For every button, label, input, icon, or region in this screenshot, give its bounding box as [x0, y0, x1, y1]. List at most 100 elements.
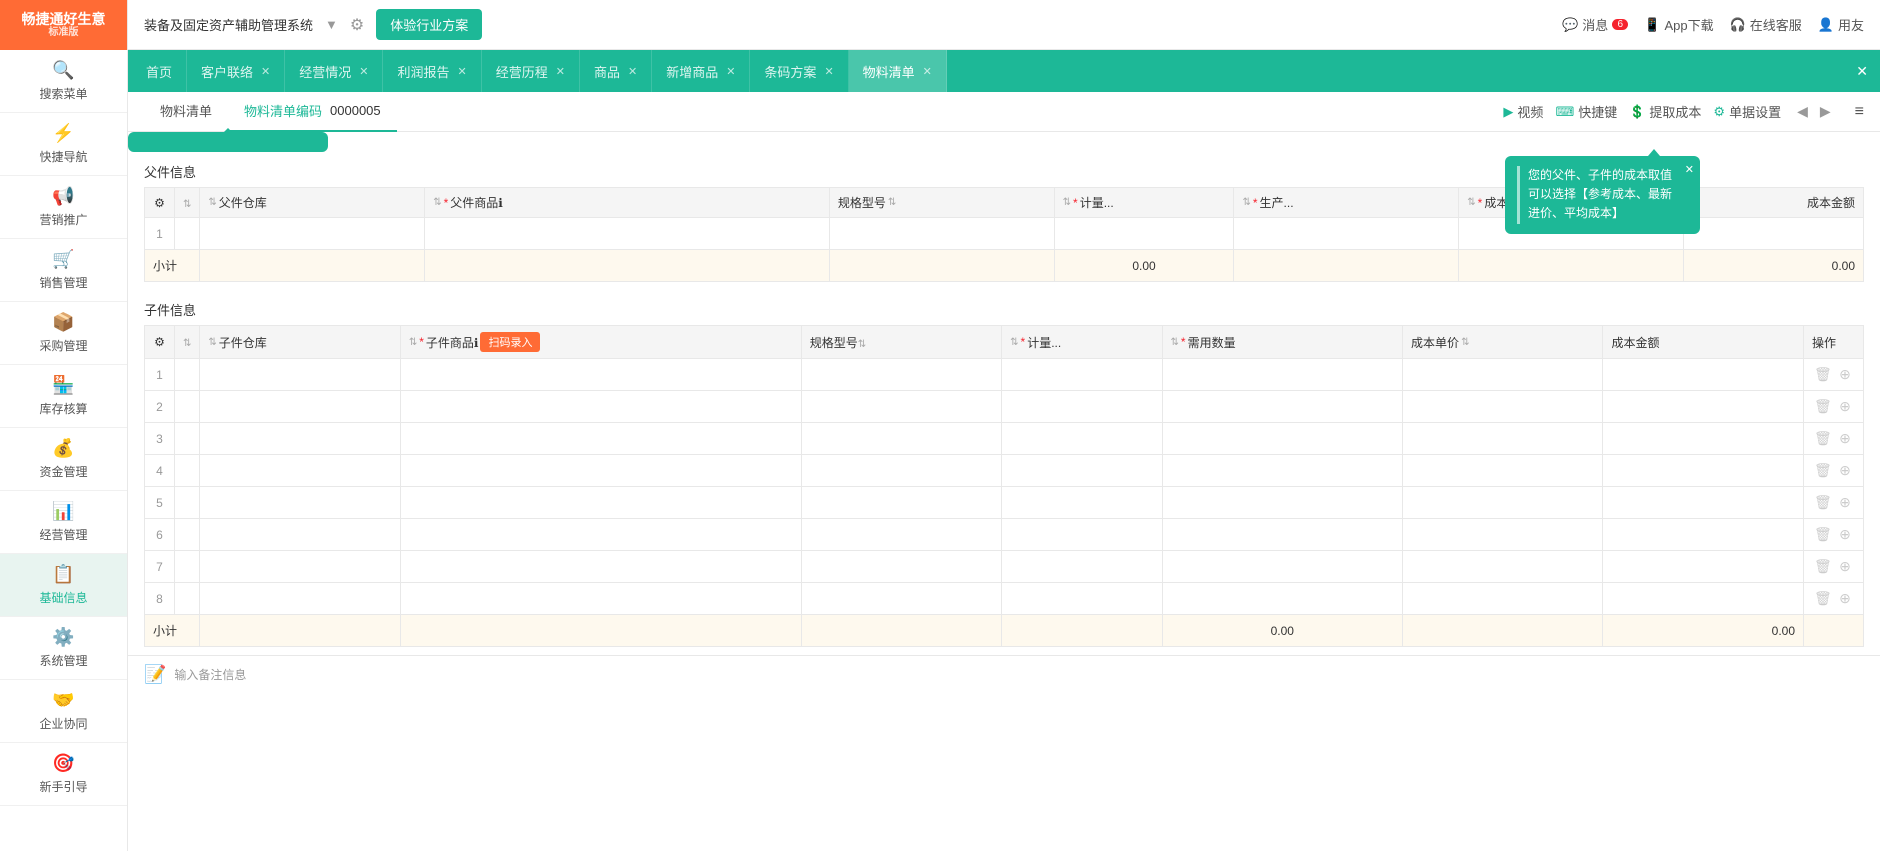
delete-icon-4[interactable]: 🗑	[1812, 462, 1834, 478]
child-row-3-unit-cost[interactable]	[1403, 423, 1603, 455]
child-row-6-warehouse[interactable]	[200, 519, 400, 551]
child-row-7-warehouse[interactable]	[200, 551, 400, 583]
delete-icon-3[interactable]: 🗑	[1812, 430, 1834, 446]
sidebar-item-guide[interactable]: 🎯 新手引导	[0, 743, 127, 806]
child-row-6-product[interactable]	[400, 519, 801, 551]
child-row-2-unit-cost[interactable]	[1403, 391, 1603, 423]
copy-icon-4[interactable]: ⊕	[1837, 462, 1853, 478]
scan-input-button[interactable]: 扫码录入	[480, 332, 540, 352]
nav-tab-close-5[interactable]: ✕	[628, 65, 637, 78]
nav-tab-1[interactable]: 客户联络✕	[187, 50, 285, 92]
sidebar-item-finance[interactable]: 💰 资金管理	[0, 428, 127, 491]
trial-button[interactable]: 体验行业方案	[376, 9, 482, 40]
message-item[interactable]: 💬 消息 6	[1562, 15, 1628, 34]
nav-tab-6[interactable]: 新增商品✕	[652, 50, 750, 92]
nav-tab-0[interactable]: 首页	[132, 50, 187, 92]
child-row-1-unit-cost[interactable]	[1403, 359, 1603, 391]
user-item[interactable]: 👤 用友	[1818, 15, 1864, 34]
nav-tab-close-4[interactable]: ✕	[556, 65, 565, 78]
child-row-5-unit-cost[interactable]	[1403, 487, 1603, 519]
nav-tab-7[interactable]: 条码方案✕	[750, 50, 848, 92]
child-row-1-unit[interactable]	[1002, 359, 1162, 391]
copy-icon-2[interactable]: ⊕	[1837, 398, 1853, 414]
child-row-1-product[interactable]	[400, 359, 801, 391]
child-row-3-spec[interactable]	[801, 423, 1001, 455]
child-row-7-qty[interactable]	[1162, 551, 1403, 583]
parent-row-1-spec[interactable]	[829, 218, 1054, 250]
nav-tab-close-6[interactable]: ✕	[726, 65, 735, 78]
parent-row-1-product[interactable]	[425, 218, 830, 250]
child-row-2-product[interactable]	[400, 391, 801, 423]
child-row-1-qty[interactable]	[1162, 359, 1403, 391]
sidebar-item-basic-info[interactable]: 📋 基础信息	[0, 554, 127, 617]
sidebar-item-marketing[interactable]: 📢 营销推广	[0, 176, 127, 239]
delete-icon-6[interactable]: 🗑	[1812, 526, 1834, 542]
child-row-5-product[interactable]	[400, 487, 801, 519]
child-row-5-warehouse[interactable]	[200, 487, 400, 519]
child-row-6-spec[interactable]	[801, 519, 1001, 551]
nav-prev-button[interactable]: ◀	[1793, 101, 1812, 122]
copy-icon-5[interactable]: ⊕	[1837, 494, 1853, 510]
nav-next-button[interactable]: ▶	[1816, 101, 1835, 122]
child-row-8-product[interactable]	[400, 583, 801, 615]
shortcut-button[interactable]: ⌨ 快捷键	[1555, 102, 1617, 121]
child-row-4-product[interactable]	[400, 455, 801, 487]
child-row-5-qty[interactable]	[1162, 487, 1403, 519]
child-row-2-unit[interactable]	[1002, 391, 1162, 423]
child-row-4-unit[interactable]	[1002, 455, 1162, 487]
system-dropdown-icon[interactable]: ▼	[325, 17, 338, 32]
child-row-7-product[interactable]	[400, 551, 801, 583]
child-row-6-unit-cost[interactable]	[1403, 519, 1603, 551]
sidebar-item-enterprise[interactable]: 🤝 企业协同	[0, 680, 127, 743]
child-row-8-unit[interactable]	[1002, 583, 1162, 615]
child-row-3-product[interactable]	[400, 423, 801, 455]
copy-icon-8[interactable]: ⊕	[1837, 590, 1853, 606]
child-row-4-unit-cost[interactable]	[1403, 455, 1603, 487]
delete-icon-8[interactable]: 🗑	[1812, 590, 1834, 606]
child-row-7-unit-cost[interactable]	[1403, 551, 1603, 583]
nav-tab-close-7[interactable]: ✕	[824, 65, 833, 78]
sidebar-item-sales[interactable]: 🛒 销售管理	[0, 239, 127, 302]
child-row-2-qty[interactable]	[1162, 391, 1403, 423]
child-row-8-warehouse[interactable]	[200, 583, 400, 615]
child-row-8-qty[interactable]	[1162, 583, 1403, 615]
child-row-4-qty[interactable]	[1162, 455, 1403, 487]
child-row-3-warehouse[interactable]	[200, 423, 400, 455]
close-all-tabs-button[interactable]: ✕	[1848, 63, 1876, 80]
child-row-7-unit[interactable]	[1002, 551, 1162, 583]
child-row-6-unit[interactable]	[1002, 519, 1162, 551]
copy-icon-6[interactable]: ⊕	[1837, 526, 1853, 542]
sidebar-item-purchase[interactable]: 📦 采购管理	[0, 302, 127, 365]
parent-row-1-unit[interactable]	[1054, 218, 1234, 250]
tab-bill-list[interactable]: 物料清单	[144, 92, 228, 132]
nav-tab-close-3[interactable]: ✕	[458, 65, 467, 78]
nav-tab-4[interactable]: 经营历程✕	[482, 50, 580, 92]
child-row-2-spec[interactable]	[801, 391, 1001, 423]
nav-tab-3[interactable]: 利润报告✕	[383, 50, 481, 92]
delete-icon-1[interactable]: 🗑	[1812, 366, 1834, 382]
sidebar-item-operations[interactable]: 📊 经营管理	[0, 491, 127, 554]
app-download-item[interactable]: 📱 App下载	[1644, 15, 1713, 34]
child-row-8-unit-cost[interactable]	[1403, 583, 1603, 615]
child-col-settings[interactable]: ⚙	[145, 326, 175, 359]
video-button[interactable]: ▶ 视频	[1503, 102, 1543, 121]
delete-icon-5[interactable]: 🗑	[1812, 494, 1834, 510]
parent-row-1-produce[interactable]	[1234, 218, 1459, 250]
tooltip-close-button[interactable]: ✕	[1685, 162, 1694, 180]
extract-cost-button[interactable]: 💲 提取成本	[1629, 102, 1701, 121]
single-settings-button[interactable]: ⚙ 单据设置	[1713, 102, 1781, 121]
child-row-3-qty[interactable]	[1162, 423, 1403, 455]
tab-bill-code[interactable]: 物料清单编码 0000005	[228, 92, 397, 132]
online-service-item[interactable]: 🎧 在线客服	[1730, 15, 1802, 34]
child-row-1-warehouse[interactable]	[200, 359, 400, 391]
child-row-2-warehouse[interactable]	[200, 391, 400, 423]
nav-tab-8[interactable]: 物料清单✕	[849, 50, 947, 92]
sidebar-item-search[interactable]: 🔍 搜索菜单	[0, 50, 127, 113]
child-row-4-warehouse[interactable]	[200, 455, 400, 487]
child-row-5-unit[interactable]	[1002, 487, 1162, 519]
parent-col-settings[interactable]: ⚙	[145, 188, 175, 218]
sidebar-item-quick-nav[interactable]: ⚡ 快捷导航	[0, 113, 127, 176]
child-row-3-unit[interactable]	[1002, 423, 1162, 455]
nav-tab-close-8[interactable]: ✕	[923, 65, 932, 78]
copy-icon-3[interactable]: ⊕	[1837, 430, 1853, 446]
